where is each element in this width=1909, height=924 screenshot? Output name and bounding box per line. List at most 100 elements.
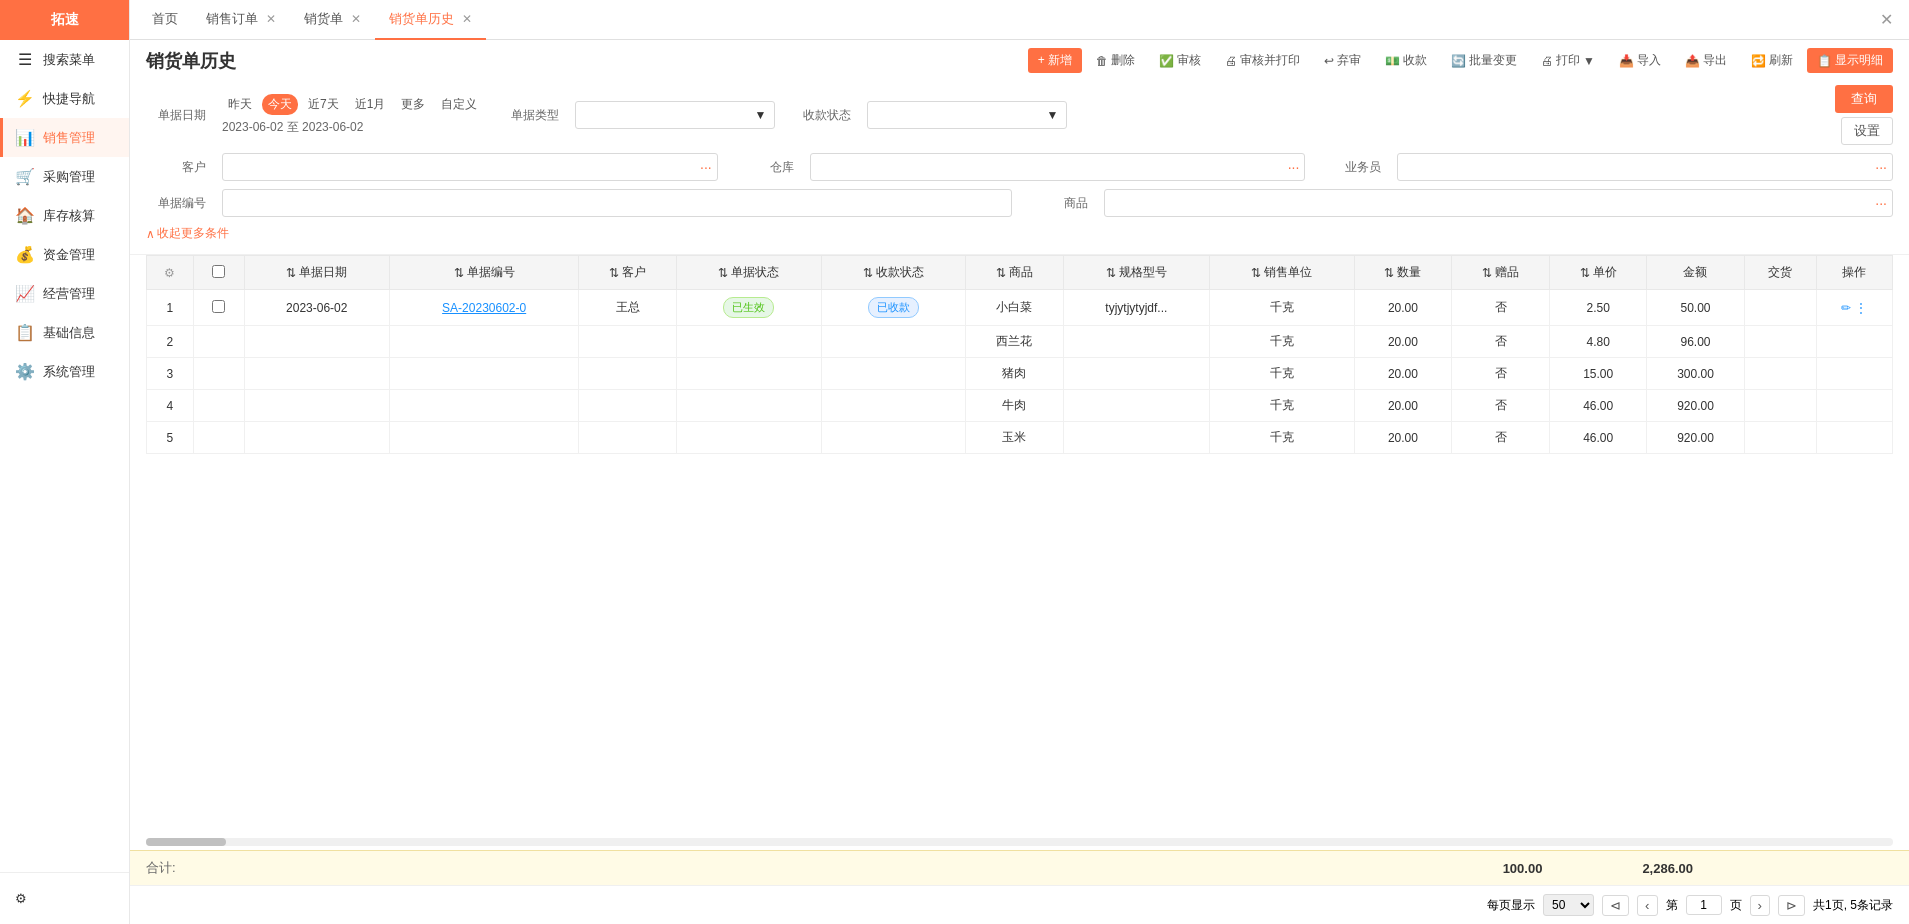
cell-checkbox[interactable] xyxy=(193,390,244,422)
date-tab-yesterday[interactable]: 昨天 xyxy=(222,94,258,115)
th-doc-no[interactable]: ⇅单据编号 xyxy=(389,256,579,290)
last-page-btn[interactable]: ⊳ xyxy=(1778,895,1805,916)
cell-payment-status: 已收款 xyxy=(821,290,965,326)
cell-doc-status xyxy=(677,326,821,358)
cell-spec-type: tyjytjytyjdf... xyxy=(1063,290,1209,326)
sidebar-item-inventory[interactable]: 🏠 库存核算 xyxy=(0,196,129,235)
query-button[interactable]: 查询 xyxy=(1835,85,1893,113)
settings-button[interactable]: 设置 xyxy=(1841,117,1893,145)
sidebar: 拓速 ☰ 搜索菜单 ⚡ 快捷导航 📊 销售管理 🛒 采购管理 🏠 库存核算 💰 … xyxy=(0,0,130,924)
th-doc-status[interactable]: ⇅单据状态 xyxy=(677,256,821,290)
cell-customer xyxy=(579,422,677,454)
show-detail-button[interactable]: 📋 显示明细 xyxy=(1807,48,1893,73)
warehouse-dots-btn[interactable]: ··· xyxy=(1288,159,1300,175)
goods-dots-btn[interactable]: ··· xyxy=(1875,195,1887,211)
batch-change-button[interactable]: 🔄 批量变更 xyxy=(1441,48,1527,73)
payment-status-badge: 已收款 xyxy=(868,297,919,318)
tab-sales-history-close[interactable]: ✕ xyxy=(462,12,472,26)
first-page-btn[interactable]: ⊲ xyxy=(1602,895,1629,916)
cell-amount: 920.00 xyxy=(1647,390,1744,422)
abandon-button[interactable]: ↩ 弃审 xyxy=(1314,48,1371,73)
sidebar-item-sales-mgmt[interactable]: 📊 销售管理 xyxy=(0,118,129,157)
collapse-link[interactable]: ∧ 收起更多条件 xyxy=(146,225,1893,242)
new-button[interactable]: + 新增 xyxy=(1028,48,1082,73)
import-button[interactable]: 📥 导入 xyxy=(1609,48,1671,73)
salesman-dots-btn[interactable]: ··· xyxy=(1875,159,1887,175)
doc-no-input[interactable] xyxy=(222,189,1012,217)
cell-doc-no xyxy=(389,358,579,390)
th-unit-price[interactable]: ⇅单价 xyxy=(1549,256,1647,290)
th-sales-unit[interactable]: ⇅销售单位 xyxy=(1210,256,1354,290)
date-tab-1month[interactable]: 近1月 xyxy=(349,94,392,115)
sidebar-item-label: 销售管理 xyxy=(43,129,95,147)
th-checkbox[interactable] xyxy=(193,256,244,290)
date-tab-more[interactable]: 更多 xyxy=(395,94,431,115)
cell-goods: 牛肉 xyxy=(966,390,1064,422)
warehouse-input[interactable] xyxy=(810,153,1306,181)
date-tab-today[interactable]: 今天 xyxy=(262,94,298,115)
tab-sales-order-close[interactable]: ✕ xyxy=(266,12,276,26)
gear-icon[interactable]: ⚙ xyxy=(164,266,175,280)
th-gift[interactable]: ⇅赠品 xyxy=(1452,256,1550,290)
sidebar-item-label: 搜索菜单 xyxy=(43,51,95,69)
prev-page-btn[interactable]: ‹ xyxy=(1637,895,1657,916)
cell-checkbox[interactable] xyxy=(193,326,244,358)
th-doc-date[interactable]: ⇅单据日期 xyxy=(244,256,389,290)
scrollbar[interactable] xyxy=(146,838,1893,846)
sidebar-item-purchase-mgmt[interactable]: 🛒 采购管理 xyxy=(0,157,129,196)
per-page-select[interactable]: 50 100 200 xyxy=(1543,894,1594,916)
print-button[interactable]: 🖨 打印 ▼ xyxy=(1531,48,1605,73)
th-payment-status[interactable]: ⇅收款状态 xyxy=(821,256,965,290)
cell-quantity: 20.00 xyxy=(1354,390,1452,422)
customer-dots-btn[interactable]: ··· xyxy=(700,159,712,175)
cell-doc-date xyxy=(244,358,389,390)
audit-print-icon: 🖨 xyxy=(1225,54,1237,68)
doc-no-link[interactable]: SA-20230602-0 xyxy=(442,301,526,315)
audit-print-button[interactable]: 🖨 审核并打印 xyxy=(1215,48,1310,73)
more-icon[interactable]: ⋮ xyxy=(1855,301,1867,315)
sidebar-item-search-menu[interactable]: ☰ 搜索菜单 xyxy=(0,40,129,79)
sidebar-item-sys-mgmt[interactable]: ⚙️ 系统管理 xyxy=(0,352,129,391)
th-quantity[interactable]: ⇅数量 xyxy=(1354,256,1452,290)
cell-checkbox[interactable] xyxy=(193,422,244,454)
th-gear[interactable]: ⚙ xyxy=(147,256,194,290)
tab-sales-goods[interactable]: 销货单 ✕ xyxy=(290,0,375,40)
salesman-input[interactable] xyxy=(1397,153,1893,181)
refresh-button[interactable]: 🔁 刷新 xyxy=(1741,48,1803,73)
select-all-checkbox[interactable] xyxy=(212,265,225,278)
cell-gift: 否 xyxy=(1452,290,1550,326)
sidebar-item-basic-info[interactable]: 📋 基础信息 xyxy=(0,313,129,352)
sidebar-item-label: 库存核算 xyxy=(43,207,95,225)
scrollbar-thumb[interactable] xyxy=(146,838,226,846)
sidebar-item-quick-nav[interactable]: ⚡ 快捷导航 xyxy=(0,79,129,118)
sidebar-item-finance[interactable]: 💰 资金管理 xyxy=(0,235,129,274)
cell-checkbox[interactable] xyxy=(193,290,244,326)
edit-icon[interactable]: ✏ xyxy=(1841,301,1851,315)
export-button[interactable]: 📤 导出 xyxy=(1675,48,1737,73)
payment-status-select[interactable]: ▼ xyxy=(867,101,1067,129)
th-spec-type[interactable]: ⇅规格型号 xyxy=(1063,256,1209,290)
th-goods[interactable]: ⇅商品 xyxy=(966,256,1064,290)
audit-button[interactable]: ✅ 审核 xyxy=(1149,48,1211,73)
tab-home[interactable]: 首页 xyxy=(138,0,192,40)
close-all-tabs-button[interactable]: ✕ xyxy=(1872,10,1901,29)
filter-area: 单据日期 昨天 今天 近7天 近1月 更多 自定义 2023-06-02 至 2… xyxy=(130,73,1909,255)
th-transaction: 交货 xyxy=(1744,256,1816,290)
tab-sales-history[interactable]: 销货单历史 ✕ xyxy=(375,0,486,40)
table-container: ⚙ ⇅单据日期 ⇅单据编号 ⇅客户 ⇅单据状态 ⇅收款状态 ⇅商品 ⇅规格型号 … xyxy=(130,255,1909,834)
goods-input[interactable] xyxy=(1104,189,1894,217)
doc-type-select[interactable]: ▼ xyxy=(575,101,775,129)
tab-sales-order[interactable]: 销售订单 ✕ xyxy=(192,0,290,40)
date-tab-custom[interactable]: 自定义 xyxy=(435,94,483,115)
cell-checkbox[interactable] xyxy=(193,358,244,390)
sidebar-settings-icon-btn[interactable]: ⚙ xyxy=(0,881,129,916)
delete-button[interactable]: 🗑 删除 xyxy=(1086,48,1145,73)
customer-input[interactable] xyxy=(222,153,718,181)
tab-sales-goods-close[interactable]: ✕ xyxy=(351,12,361,26)
date-tab-7days[interactable]: 近7天 xyxy=(302,94,345,115)
collect-button[interactable]: 💵 收款 xyxy=(1375,48,1437,73)
sidebar-item-operations[interactable]: 📈 经营管理 xyxy=(0,274,129,313)
next-page-btn[interactable]: › xyxy=(1750,895,1770,916)
th-customer[interactable]: ⇅客户 xyxy=(579,256,677,290)
page-number-input[interactable] xyxy=(1686,895,1722,915)
